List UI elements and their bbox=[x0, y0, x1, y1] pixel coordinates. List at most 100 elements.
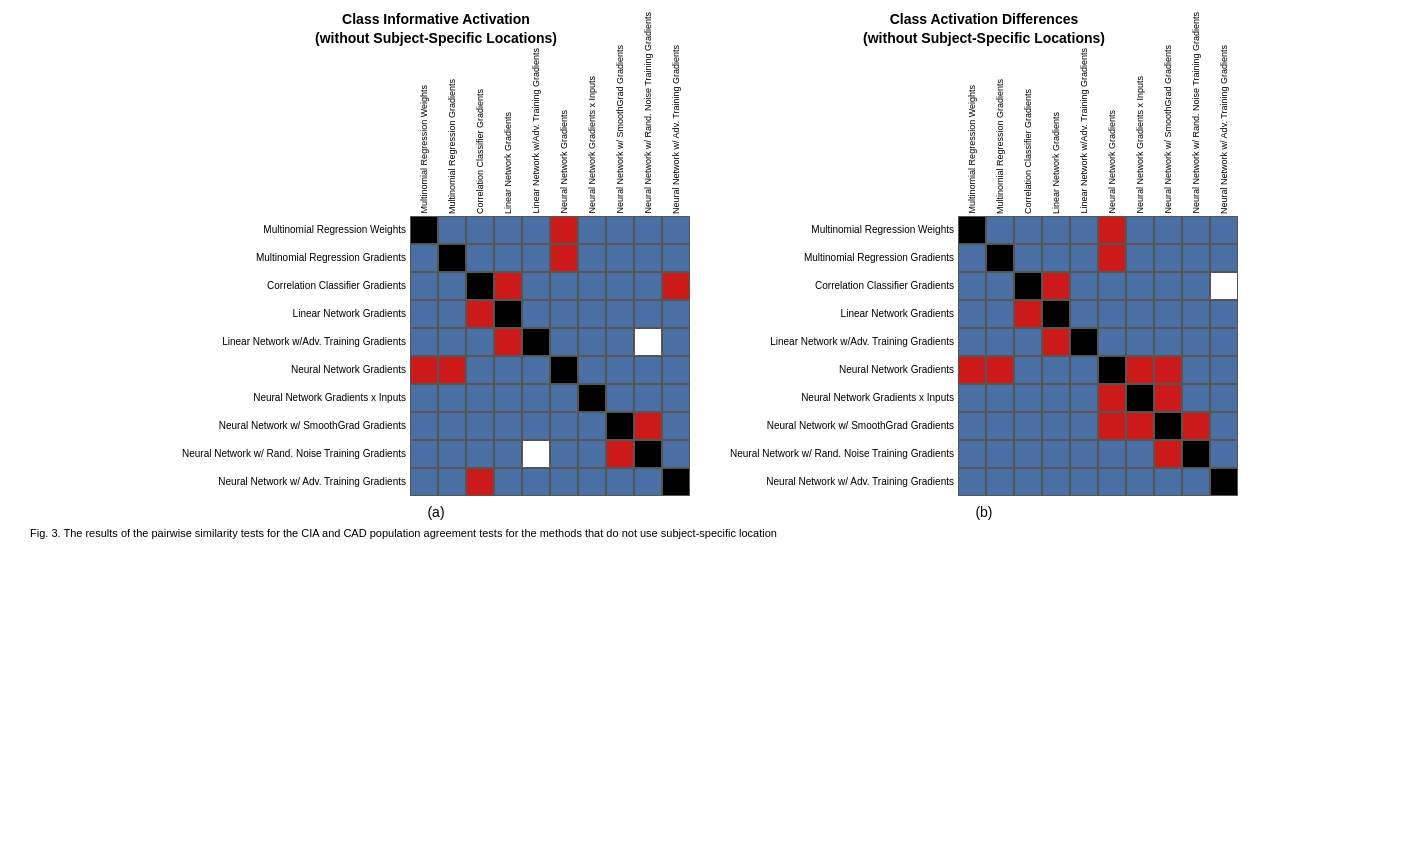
cell-4-4 bbox=[1070, 328, 1098, 356]
cell-2-6 bbox=[1126, 272, 1154, 300]
cell-3-0 bbox=[410, 300, 438, 328]
cell-7-7 bbox=[1154, 412, 1182, 440]
cell-6-1 bbox=[438, 384, 466, 412]
charts-row: Class Informative Activation (without Su… bbox=[20, 10, 1400, 520]
matrix-row-9 bbox=[410, 468, 690, 496]
cell-2-3 bbox=[494, 272, 522, 300]
chart-a-row-labels: Multinomial Regression WeightsMultinomia… bbox=[182, 216, 406, 496]
matrix-row-3 bbox=[958, 300, 1238, 328]
col-label-0: Multinomial Regression Weights bbox=[967, 85, 978, 213]
cell-0-7 bbox=[1154, 216, 1182, 244]
cell-4-3 bbox=[494, 328, 522, 356]
cell-0-5 bbox=[550, 216, 578, 244]
cell-7-0 bbox=[958, 412, 986, 440]
row-label-2: Correlation Classifier Gradients bbox=[182, 272, 406, 300]
cell-8-1 bbox=[986, 440, 1014, 468]
col-label-wrapper-4: Linear Network w/Adv. Training Gradients bbox=[522, 54, 550, 214]
matrix-row-1 bbox=[410, 244, 690, 272]
cell-9-5 bbox=[550, 468, 578, 496]
cell-3-6 bbox=[1126, 300, 1154, 328]
chart-b: Class Activation Differences (without Su… bbox=[730, 10, 1238, 520]
col-label-wrapper-1: Multinomial Regression Gradients bbox=[438, 54, 466, 214]
cell-5-4 bbox=[1070, 356, 1098, 384]
cell-8-6 bbox=[1126, 440, 1154, 468]
row-label-7: Neural Network w/ SmoothGrad Gradients bbox=[182, 412, 406, 440]
cell-9-3 bbox=[1042, 468, 1070, 496]
cell-1-1 bbox=[986, 244, 1014, 272]
cell-7-9 bbox=[662, 412, 690, 440]
row-label-8: Neural Network w/ Rand. Noise Training G… bbox=[730, 440, 954, 468]
cell-4-2 bbox=[466, 328, 494, 356]
cell-1-9 bbox=[662, 244, 690, 272]
cell-0-4 bbox=[522, 216, 550, 244]
cell-2-4 bbox=[522, 272, 550, 300]
cell-5-2 bbox=[466, 356, 494, 384]
cell-8-0 bbox=[410, 440, 438, 468]
cell-6-3 bbox=[494, 384, 522, 412]
cell-3-0 bbox=[958, 300, 986, 328]
cell-1-0 bbox=[410, 244, 438, 272]
cell-5-3 bbox=[1042, 356, 1070, 384]
matrix-row-6 bbox=[410, 384, 690, 412]
cell-3-4 bbox=[522, 300, 550, 328]
cell-2-9 bbox=[1210, 272, 1238, 300]
cell-6-2 bbox=[466, 384, 494, 412]
cell-2-7 bbox=[1154, 272, 1182, 300]
cell-5-1 bbox=[438, 356, 466, 384]
cell-6-9 bbox=[662, 384, 690, 412]
cell-6-0 bbox=[958, 384, 986, 412]
cell-0-6 bbox=[578, 216, 606, 244]
cell-1-2 bbox=[1014, 244, 1042, 272]
cell-9-9 bbox=[662, 468, 690, 496]
row-label-1: Multinomial Regression Gradients bbox=[182, 244, 406, 272]
cell-8-7 bbox=[606, 440, 634, 468]
col-label-4: Linear Network w/Adv. Training Gradients bbox=[1079, 48, 1090, 213]
cell-5-9 bbox=[1210, 356, 1238, 384]
cell-6-8 bbox=[634, 384, 662, 412]
cell-6-9 bbox=[1210, 384, 1238, 412]
col-label-6: Neural Network Gradients x Inputs bbox=[1135, 76, 1146, 214]
cell-9-7 bbox=[606, 468, 634, 496]
col-label-wrapper-1: Multinomial Regression Gradients bbox=[986, 54, 1014, 214]
cell-8-4 bbox=[522, 440, 550, 468]
cell-9-3 bbox=[494, 468, 522, 496]
row-label-2: Correlation Classifier Gradients bbox=[730, 272, 954, 300]
col-label-5: Neural Network Gradients bbox=[559, 110, 570, 214]
cell-8-2 bbox=[1014, 440, 1042, 468]
cell-5-0 bbox=[410, 356, 438, 384]
row-label-7: Neural Network w/ SmoothGrad Gradients bbox=[730, 412, 954, 440]
cell-0-5 bbox=[1098, 216, 1126, 244]
chart-b-col-labels: Multinomial Regression Weights Multinomia… bbox=[958, 54, 1238, 214]
cell-8-1 bbox=[438, 440, 466, 468]
cell-4-6 bbox=[578, 328, 606, 356]
chart-b-title: Class Activation Differences (without Su… bbox=[863, 10, 1105, 48]
row-label-9: Neural Network w/ Adv. Training Gradient… bbox=[730, 468, 954, 496]
cell-1-8 bbox=[634, 244, 662, 272]
cell-0-6 bbox=[1126, 216, 1154, 244]
cell-7-2 bbox=[466, 412, 494, 440]
cell-8-9 bbox=[662, 440, 690, 468]
cell-6-6 bbox=[578, 384, 606, 412]
matrix-row-6 bbox=[958, 384, 1238, 412]
cell-0-9 bbox=[1210, 216, 1238, 244]
col-label-wrapper-0: Multinomial Regression Weights bbox=[410, 54, 438, 214]
col-label-wrapper-3: Linear Network Gradients bbox=[1042, 54, 1070, 214]
cell-8-8 bbox=[634, 440, 662, 468]
col-label-wrapper-3: Linear Network Gradients bbox=[494, 54, 522, 214]
row-label-3: Linear Network Gradients bbox=[730, 300, 954, 328]
cell-1-8 bbox=[1182, 244, 1210, 272]
row-label-9: Neural Network w/ Adv. Training Gradient… bbox=[182, 468, 406, 496]
cell-9-1 bbox=[438, 468, 466, 496]
cell-9-7 bbox=[1154, 468, 1182, 496]
cell-9-8 bbox=[1182, 468, 1210, 496]
cell-5-8 bbox=[634, 356, 662, 384]
row-label-6: Neural Network Gradients x Inputs bbox=[730, 384, 954, 412]
cell-5-1 bbox=[986, 356, 1014, 384]
cell-4-9 bbox=[662, 328, 690, 356]
cell-7-5 bbox=[1098, 412, 1126, 440]
cell-3-5 bbox=[550, 300, 578, 328]
cell-8-8 bbox=[1182, 440, 1210, 468]
cell-9-6 bbox=[578, 468, 606, 496]
cell-8-4 bbox=[1070, 440, 1098, 468]
cell-0-2 bbox=[466, 216, 494, 244]
